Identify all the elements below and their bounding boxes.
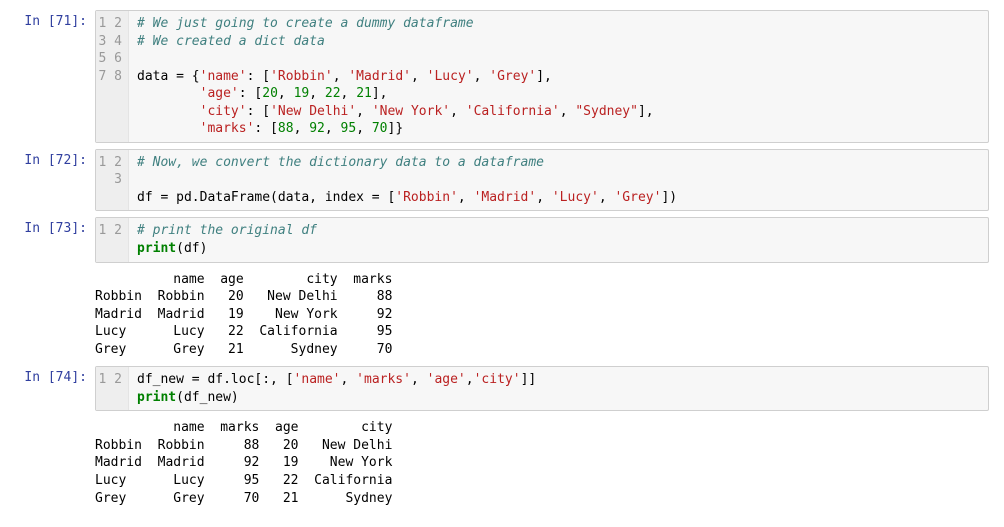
notebook-cell: In [72]: 1 2 3 # Now, we convert the dic… (15, 149, 989, 212)
line-gutter: 1 2 3 (96, 150, 129, 211)
code-editor[interactable]: # We just going to create a dummy datafr… (129, 11, 988, 142)
code-input-area[interactable]: 1 2 # print the original df print(df) (95, 217, 989, 262)
notebook-cell: In [73]: 1 2 # print the original df pri… (15, 217, 989, 262)
notebook-cell: In [71]: 1 2 3 4 5 6 7 8 # We just going… (15, 10, 989, 143)
cell-output: name marks age city Robbin Robbin 88 20 … (95, 417, 989, 515)
input-prompt: In [74]: (15, 366, 95, 411)
code-editor[interactable]: # print the original df print(df) (129, 218, 988, 261)
code-input-area[interactable]: 1 2 3 # Now, we convert the dictionary d… (95, 149, 989, 212)
code-editor[interactable]: df_new = df.loc[:, ['name', 'marks', 'ag… (129, 367, 988, 410)
input-prompt: In [71]: (15, 10, 95, 143)
input-prompt: In [72]: (15, 149, 95, 212)
notebook-cell: In [74]: 1 2 df_new = df.loc[:, ['name',… (15, 366, 989, 411)
cell-output: name age city marks Robbin Robbin 20 New… (95, 269, 989, 367)
line-gutter: 1 2 (96, 218, 129, 261)
code-input-area[interactable]: 1 2 3 4 5 6 7 8 # We just going to creat… (95, 10, 989, 143)
line-gutter: 1 2 (96, 367, 129, 410)
line-gutter: 1 2 3 4 5 6 7 8 (96, 11, 129, 142)
code-input-area[interactable]: 1 2 df_new = df.loc[:, ['name', 'marks',… (95, 366, 989, 411)
input-prompt: In [73]: (15, 217, 95, 262)
code-editor[interactable]: # Now, we convert the dictionary data to… (129, 150, 988, 211)
